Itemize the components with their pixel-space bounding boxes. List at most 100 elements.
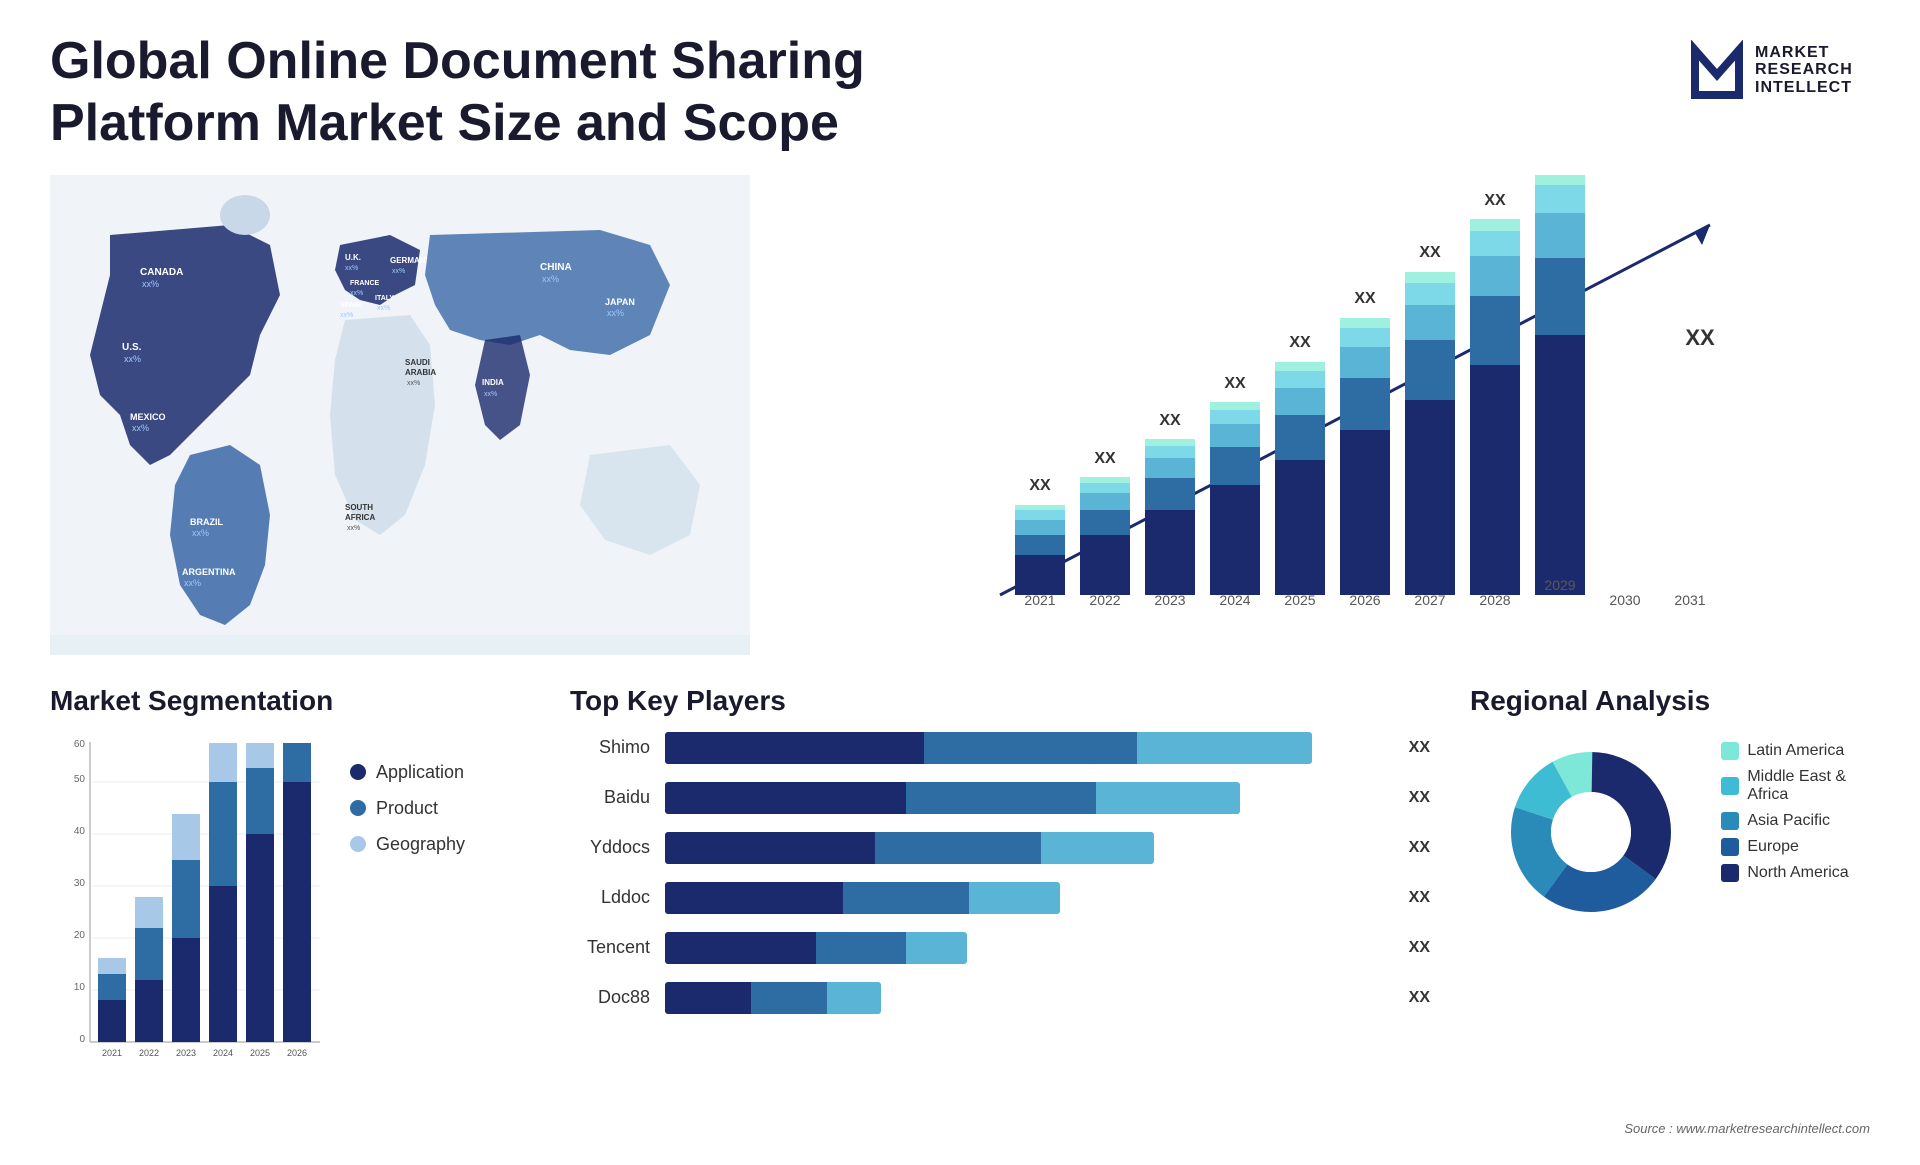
growth-chart-section: XX 2021 XX 2022 XX 2023 bbox=[790, 175, 1870, 655]
svg-text:xx%: xx% bbox=[142, 279, 159, 289]
svg-text:ARGENTINA: ARGENTINA bbox=[182, 567, 236, 577]
player-row-yddocs: Yddocs XX bbox=[570, 832, 1430, 864]
svg-text:xx%: xx% bbox=[392, 268, 405, 275]
player-name-tencent: Tencent bbox=[570, 937, 650, 958]
player-bar-shimo bbox=[665, 732, 1384, 764]
svg-text:40: 40 bbox=[74, 826, 86, 837]
legend-dot-application bbox=[350, 764, 366, 780]
player-row-doc88: Doc88 XX bbox=[570, 982, 1430, 1014]
donut-chart-svg bbox=[1491, 732, 1691, 932]
svg-text:2024: 2024 bbox=[1219, 592, 1250, 608]
svg-text:2030: 2030 bbox=[1609, 592, 1640, 608]
svg-text:2022: 2022 bbox=[139, 1048, 159, 1058]
player-row-shimo: Shimo XX bbox=[570, 732, 1430, 764]
svg-text:BRAZIL: BRAZIL bbox=[190, 517, 223, 527]
regional-wrapper: Latin America Middle East &Africa Asia P… bbox=[1470, 732, 1870, 932]
legend-label-product: Product bbox=[376, 798, 438, 819]
svg-text:50: 50 bbox=[74, 774, 86, 785]
segmentation-title: Market Segmentation bbox=[50, 685, 530, 717]
svg-text:xx%: xx% bbox=[132, 423, 149, 433]
svg-text:xx%: xx% bbox=[350, 290, 363, 297]
svg-text:CHINA: CHINA bbox=[540, 262, 572, 273]
svg-text:xx%: xx% bbox=[407, 380, 420, 387]
svg-text:xx%: xx% bbox=[347, 525, 360, 532]
legend-label-geography: Geography bbox=[376, 834, 465, 855]
svg-text:SOUTH: SOUTH bbox=[345, 503, 373, 512]
legend-color-apac bbox=[1721, 812, 1739, 830]
svg-text:SPAIN: SPAIN bbox=[340, 302, 361, 309]
player-bar-yddocs bbox=[665, 832, 1384, 864]
player-label-doc88: XX bbox=[1409, 989, 1430, 1007]
logo-box: MARKET RESEARCH INTELLECT bbox=[1690, 30, 1870, 110]
svg-text:xx%: xx% bbox=[184, 578, 201, 588]
legend-europe: Europe bbox=[1721, 838, 1848, 856]
svg-text:2029: 2029 bbox=[1544, 577, 1575, 593]
regional-legend: Latin America Middle East &Africa Asia P… bbox=[1721, 742, 1848, 882]
legend-product: Product bbox=[350, 798, 465, 819]
svg-text:ITALY: ITALY bbox=[375, 295, 394, 302]
player-label-shimo: XX bbox=[1409, 739, 1430, 757]
logo-area: MARKET RESEARCH INTELLECT bbox=[1690, 30, 1870, 110]
svg-text:XX: XX bbox=[1094, 450, 1116, 467]
svg-text:XX: XX bbox=[1289, 334, 1311, 351]
svg-text:2024: 2024 bbox=[213, 1048, 233, 1058]
svg-text:2023: 2023 bbox=[1154, 592, 1185, 608]
svg-text:2028: 2028 bbox=[1479, 592, 1510, 608]
regional-section: Regional Analysis bbox=[1470, 685, 1870, 1165]
legend-color-north-america bbox=[1721, 864, 1739, 882]
segmentation-section: Market Segmentation 0 10 20 30 40 50 60 bbox=[50, 685, 530, 1165]
player-label-yddocs: XX bbox=[1409, 839, 1430, 857]
legend-apac: Asia Pacific bbox=[1721, 812, 1848, 830]
svg-text:AFRICA: AFRICA bbox=[345, 513, 375, 522]
legend-dot-product bbox=[350, 800, 366, 816]
legend-dot-geography bbox=[350, 836, 366, 852]
svg-text:2025: 2025 bbox=[1284, 592, 1315, 608]
svg-text:XX: XX bbox=[1354, 290, 1376, 307]
page-container: Global Online Document Sharing Platform … bbox=[0, 0, 1920, 1146]
legend-color-mea bbox=[1721, 777, 1739, 795]
svg-text:2022: 2022 bbox=[1089, 592, 1120, 608]
bottom-section: Market Segmentation 0 10 20 30 40 50 60 bbox=[50, 685, 1870, 1165]
growth-chart-svg: XX 2021 XX 2022 XX 2023 bbox=[790, 175, 1870, 655]
key-players-section: Top Key Players Shimo XX Baidu bbox=[550, 685, 1450, 1165]
svg-text:10: 10 bbox=[74, 982, 86, 993]
svg-text:xx%: xx% bbox=[377, 305, 390, 312]
legend-label-application: Application bbox=[376, 762, 464, 783]
svg-text:U.S.: U.S. bbox=[122, 342, 142, 353]
player-name-shimo: Shimo bbox=[570, 737, 650, 758]
key-players-list: Shimo XX Baidu bbox=[570, 732, 1430, 1014]
legend-label-europe: Europe bbox=[1747, 838, 1799, 856]
key-players-title: Top Key Players bbox=[570, 685, 1430, 717]
player-bar-lddoc bbox=[665, 882, 1384, 914]
svg-text:INDIA: INDIA bbox=[482, 378, 504, 387]
svg-text:2025: 2025 bbox=[250, 1048, 270, 1058]
world-map: CANADA xx% U.S. xx% MEXICO xx% BRAZIL xx… bbox=[50, 175, 750, 655]
svg-text:SAUDI: SAUDI bbox=[405, 358, 430, 367]
top-section: CANADA xx% U.S. xx% MEXICO xx% BRAZIL xx… bbox=[50, 175, 1870, 655]
legend-color-europe bbox=[1721, 838, 1739, 856]
legend-north-america: North America bbox=[1721, 864, 1848, 882]
svg-text:JAPAN: JAPAN bbox=[605, 297, 635, 307]
map-section: CANADA xx% U.S. xx% MEXICO xx% BRAZIL xx… bbox=[50, 175, 750, 655]
svg-text:XX: XX bbox=[1419, 244, 1441, 261]
legend-color-latin-america bbox=[1721, 742, 1739, 760]
header: Global Online Document Sharing Platform … bbox=[50, 30, 1870, 155]
player-label-baidu: XX bbox=[1409, 789, 1430, 807]
svg-text:30: 30 bbox=[74, 878, 86, 889]
svg-text:xx%: xx% bbox=[340, 312, 353, 319]
svg-text:2021: 2021 bbox=[1024, 592, 1055, 608]
player-row-lddoc: Lddoc XX bbox=[570, 882, 1430, 914]
svg-text:2027: 2027 bbox=[1414, 592, 1445, 608]
player-bar-tencent bbox=[665, 932, 1384, 964]
svg-text:xx%: xx% bbox=[124, 354, 141, 364]
svg-text:XX: XX bbox=[1685, 325, 1715, 350]
svg-text:ARABIA: ARABIA bbox=[405, 368, 436, 377]
svg-text:MEXICO: MEXICO bbox=[130, 412, 166, 422]
svg-text:XX: XX bbox=[1484, 192, 1506, 209]
svg-text:XX: XX bbox=[1029, 477, 1051, 494]
svg-text:2023: 2023 bbox=[176, 1048, 196, 1058]
legend-label-mea: Middle East &Africa bbox=[1747, 768, 1846, 804]
legend-label-latin-america: Latin America bbox=[1747, 742, 1844, 760]
player-bar-baidu bbox=[665, 782, 1384, 814]
svg-text:XX: XX bbox=[1159, 412, 1181, 429]
